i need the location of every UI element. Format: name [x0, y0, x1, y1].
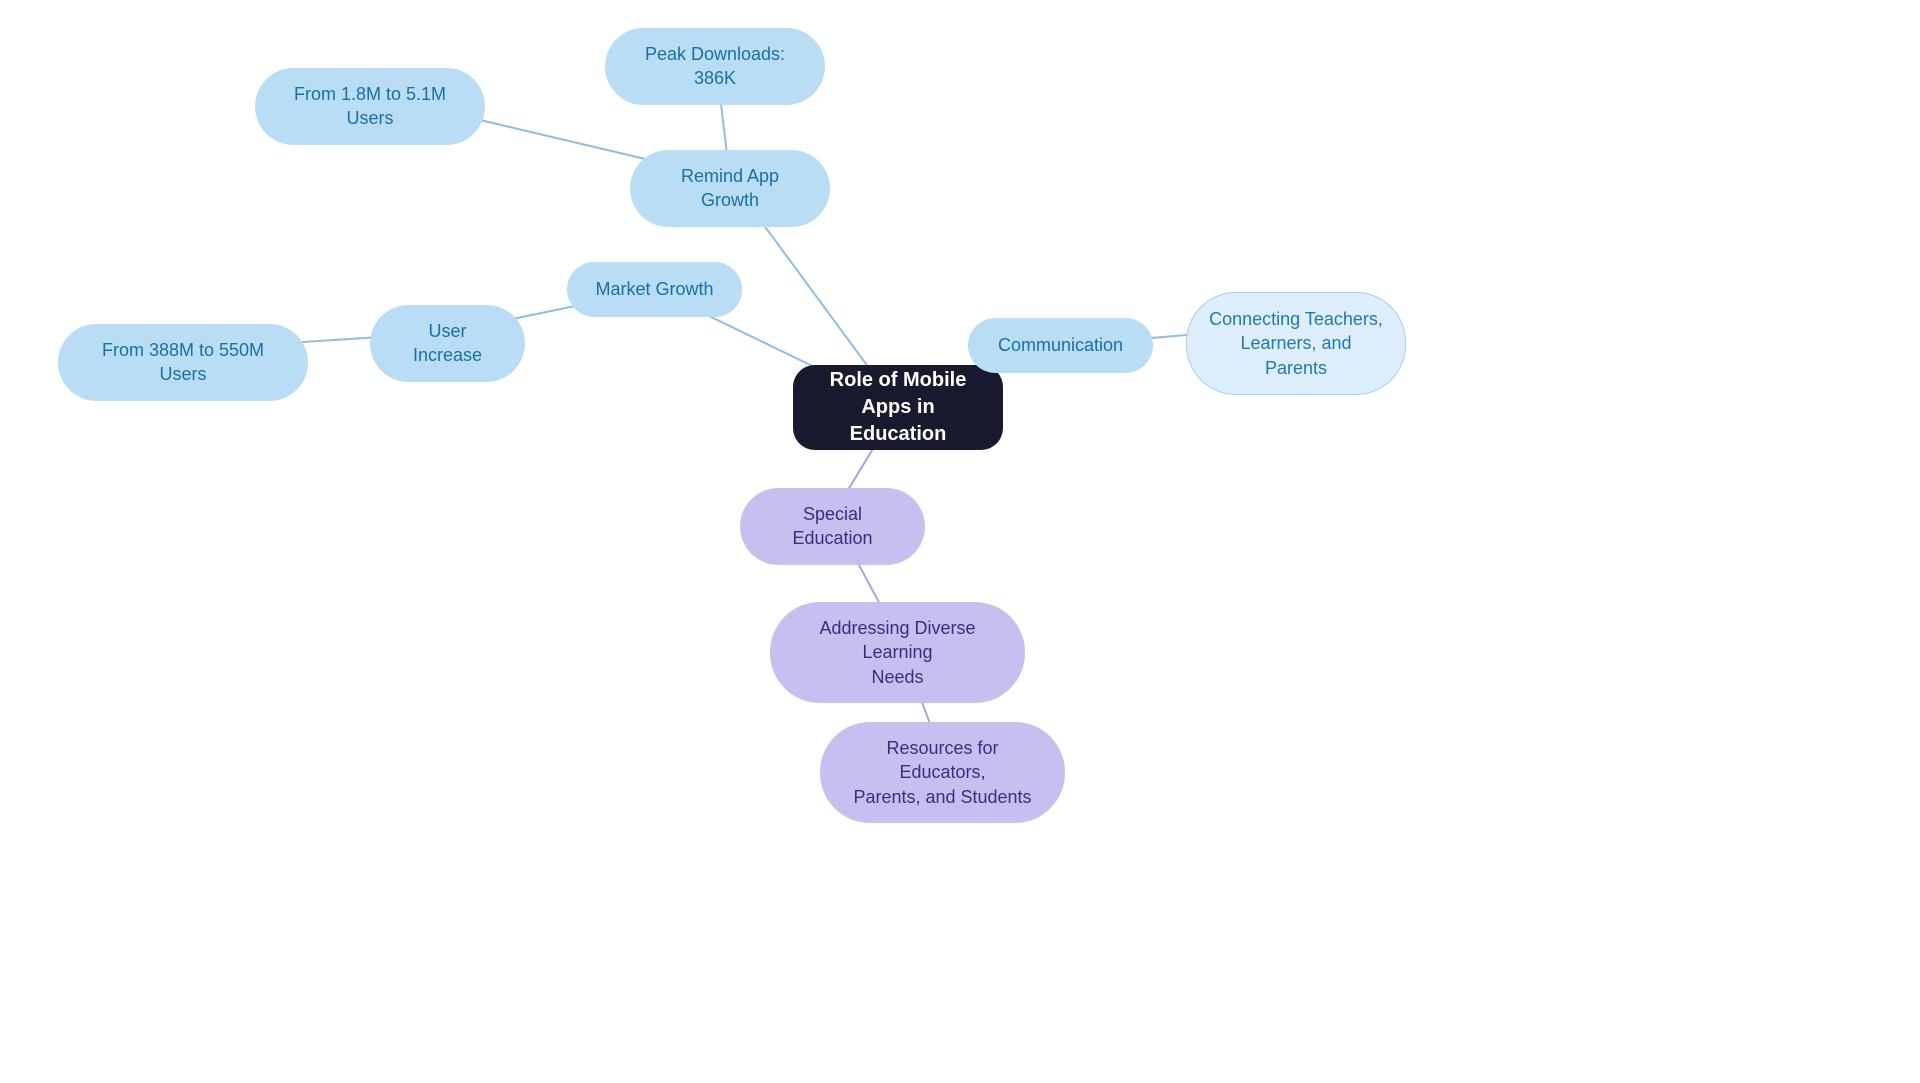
user-increase-node[interactable]: User Increase — [370, 305, 525, 382]
from-users-1-node[interactable]: From 1.8M to 5.1M Users — [255, 68, 485, 145]
center-node[interactable]: Role of Mobile Apps inEducation — [793, 365, 1003, 450]
market-growth-node[interactable]: Market Growth — [567, 262, 742, 317]
communication-node[interactable]: Communication — [968, 318, 1153, 373]
remind-app-growth-node[interactable]: Remind App Growth — [630, 150, 830, 227]
resources-educators-node[interactable]: Resources for Educators,Parents, and Stu… — [820, 722, 1065, 823]
connecting-teachers-node[interactable]: Connecting Teachers,Learners, and Parent… — [1186, 292, 1406, 395]
special-education-node[interactable]: Special Education — [740, 488, 925, 565]
addressing-diverse-node[interactable]: Addressing Diverse LearningNeeds — [770, 602, 1025, 703]
peak-downloads-node[interactable]: Peak Downloads: 386K — [605, 28, 825, 105]
from-users-2-node[interactable]: From 388M to 550M Users — [58, 324, 308, 401]
